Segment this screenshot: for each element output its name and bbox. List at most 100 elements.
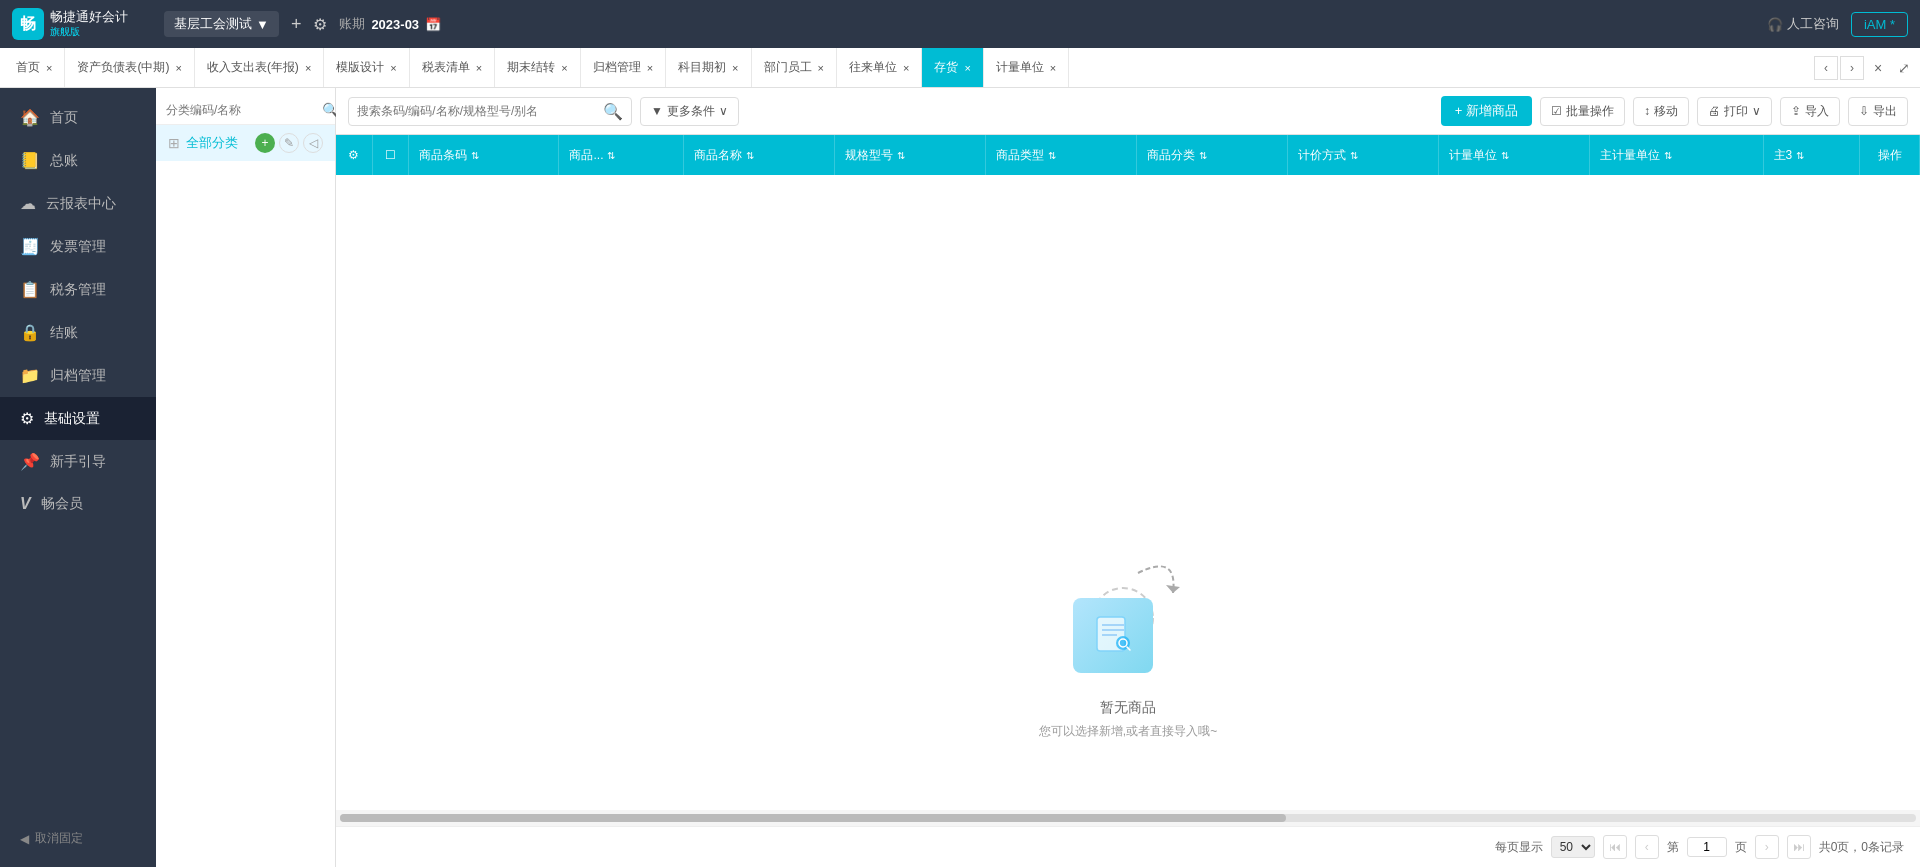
tab-close-inventory[interactable]: × xyxy=(964,62,970,74)
tab-close-archive[interactable]: × xyxy=(647,62,653,74)
sidebar-label-archive: 归档管理 xyxy=(50,367,106,385)
calendar-icon[interactable]: 📅 xyxy=(425,17,441,32)
tab-close-income[interactable]: × xyxy=(305,62,311,74)
new-product-button[interactable]: + 新增商品 xyxy=(1441,96,1532,126)
tab-tax[interactable]: 税表清单 × xyxy=(410,48,495,87)
search-bar-icon[interactable]: 🔍 xyxy=(603,102,623,121)
tab-archive[interactable]: 归档管理 × xyxy=(581,48,666,87)
sidebar-item-guide[interactable]: 📌 新手引导 xyxy=(0,440,156,483)
account-button[interactable]: iAM * xyxy=(1851,12,1908,37)
import-button[interactable]: ⇪ 导入 xyxy=(1780,97,1840,126)
tab-close-tax[interactable]: × xyxy=(476,62,482,74)
tab-balance[interactable]: 资产负债表(中期) × xyxy=(65,48,194,87)
guide-icon: 📌 xyxy=(20,452,40,471)
closing-icon: 🔒 xyxy=(20,323,40,342)
col-main-unit[interactable]: 主计量单位⇅ xyxy=(1590,135,1763,175)
tab-template[interactable]: 模版设计 × xyxy=(324,48,409,87)
tab-close-dept[interactable]: × xyxy=(818,62,824,74)
col-pricing[interactable]: 计价方式⇅ xyxy=(1288,135,1439,175)
empty-state: 暂无商品 您可以选择新增,或者直接导入哦~ xyxy=(336,473,1920,811)
empty-title: 暂无商品 xyxy=(1100,699,1156,717)
prev-page-button[interactable]: ‹ xyxy=(1635,835,1659,859)
tax-icon: 📋 xyxy=(20,280,40,299)
tab-close-all-button[interactable]: × xyxy=(1866,56,1890,80)
col-type[interactable]: 商品类型⇅ xyxy=(986,135,1137,175)
settings-header-icon[interactable]: ⚙ xyxy=(313,15,327,34)
last-page-button[interactable]: ⏭ xyxy=(1787,835,1811,859)
sidebar-item-home[interactable]: 🏠 首页 xyxy=(0,96,156,139)
sidebar-item-ledger[interactable]: 📒 总账 xyxy=(0,139,156,182)
sidebar-item-tax[interactable]: 📋 税务管理 xyxy=(0,268,156,311)
left-panel: 🔍 ⊞ 全部分类 + ✎ ◁ xyxy=(156,88,336,867)
print-button[interactable]: 🖨 打印 ∨ xyxy=(1697,97,1772,126)
tab-period-end[interactable]: 期末结转 × xyxy=(495,48,580,87)
tab-close-home[interactable]: × xyxy=(46,62,52,74)
page-size-label: 每页显示 xyxy=(1495,839,1543,856)
first-page-button[interactable]: ⏮ xyxy=(1603,835,1627,859)
toolbar: 🔍 ▼ 更多条件 ∨ + 新增商品 ☑ 批量操作 ↕ xyxy=(336,88,1920,135)
product-search-input[interactable] xyxy=(357,104,597,118)
sidebar-item-archive[interactable]: 📁 归档管理 xyxy=(0,354,156,397)
table-area: ⚙ ☐ 商品条码⇅ 商品...⇅ 商品名称⇅ xyxy=(336,135,1920,810)
col-unit[interactable]: 计量单位⇅ xyxy=(1439,135,1590,175)
tab-subject[interactable]: 科目期初 × xyxy=(666,48,751,87)
page-label: 页 xyxy=(1735,839,1747,856)
move-button[interactable]: ↕ 移动 xyxy=(1633,97,1689,126)
col-name[interactable]: 商品名称⇅ xyxy=(684,135,835,175)
category-search-input[interactable] xyxy=(166,103,316,117)
tab-income[interactable]: 收入支出表(年报) × xyxy=(195,48,324,87)
horizontal-scrollbar[interactable] xyxy=(336,810,1920,826)
col-check[interactable]: ☐ xyxy=(372,135,408,175)
reports-icon: ☁ xyxy=(20,194,36,213)
next-page-button[interactable]: › xyxy=(1755,835,1779,859)
edit-category-button[interactable]: ✎ xyxy=(279,133,299,153)
tab-inventory[interactable]: 存货 × xyxy=(922,48,983,87)
ledger-icon: 📒 xyxy=(20,151,40,170)
col-config[interactable]: ⚙ xyxy=(336,135,372,175)
sidebar-item-closing[interactable]: 🔒 结账 xyxy=(0,311,156,354)
sidebar-label-ledger: 总账 xyxy=(50,152,78,170)
col-spec[interactable]: 规格型号⇅ xyxy=(835,135,986,175)
tab-next-button[interactable]: › xyxy=(1840,56,1864,80)
tab-expand-button[interactable]: ⤢ xyxy=(1892,56,1916,80)
page-size-select[interactable]: 50 xyxy=(1551,836,1595,858)
batch-action-button[interactable]: ☑ 批量操作 xyxy=(1540,97,1625,126)
svg-line-8 xyxy=(1127,647,1130,650)
tab-close-template[interactable]: × xyxy=(390,62,396,74)
company-selector[interactable]: 基层工会测试 ▼ xyxy=(164,11,279,37)
consult-button[interactable]: 🎧 人工咨询 xyxy=(1767,15,1839,33)
tab-close-partner[interactable]: × xyxy=(903,62,909,74)
tab-dept[interactable]: 部门员工 × xyxy=(752,48,837,87)
tab-close-subject[interactable]: × xyxy=(732,62,738,74)
tab-close-unit[interactable]: × xyxy=(1050,62,1056,74)
tab-close-balance[interactable]: × xyxy=(175,62,181,74)
tab-partner[interactable]: 往来单位 × xyxy=(837,48,922,87)
company-name: 基层工会测试 xyxy=(174,15,252,33)
col-category[interactable]: 商品分类⇅ xyxy=(1137,135,1288,175)
home-icon: 🏠 xyxy=(20,108,40,127)
page-number-input[interactable] xyxy=(1687,837,1727,857)
sidebar-label-settings: 基础设置 xyxy=(44,410,100,428)
all-categories-item[interactable]: ⊞ 全部分类 + ✎ ◁ xyxy=(156,125,335,161)
more-filter-button[interactable]: ▼ 更多条件 ∨ xyxy=(640,97,739,126)
add-tab-icon[interactable]: + xyxy=(291,14,302,35)
invoice-icon: 🧾 xyxy=(20,237,40,256)
tab-close-period-end[interactable]: × xyxy=(561,62,567,74)
export-button[interactable]: ⇩ 导出 xyxy=(1848,97,1908,126)
sidebar-item-reports[interactable]: ☁ 云报表中心 xyxy=(0,182,156,225)
col-extra[interactable]: 主3⇅ xyxy=(1763,135,1859,175)
collapse-panel-button[interactable]: ◁ xyxy=(303,133,323,153)
sidebar-item-member[interactable]: V 畅会员 xyxy=(0,483,156,525)
move-icon: ↕ xyxy=(1644,104,1650,118)
unpin-button[interactable]: ◀ 取消固定 xyxy=(0,818,156,859)
scrollbar-thumb[interactable] xyxy=(340,814,1286,822)
sidebar-item-settings[interactable]: ⚙ 基础设置 xyxy=(0,397,156,440)
app-name: 畅捷通好会计 xyxy=(50,9,128,25)
tab-prev-button[interactable]: ‹ xyxy=(1814,56,1838,80)
col-barcode[interactable]: 商品条码⇅ xyxy=(408,135,559,175)
add-category-button[interactable]: + xyxy=(255,133,275,153)
tab-home[interactable]: 首页 × xyxy=(4,48,65,87)
col-code[interactable]: 商品...⇅ xyxy=(559,135,684,175)
tab-unit[interactable]: 计量单位 × xyxy=(984,48,1069,87)
sidebar-item-invoice[interactable]: 🧾 发票管理 xyxy=(0,225,156,268)
